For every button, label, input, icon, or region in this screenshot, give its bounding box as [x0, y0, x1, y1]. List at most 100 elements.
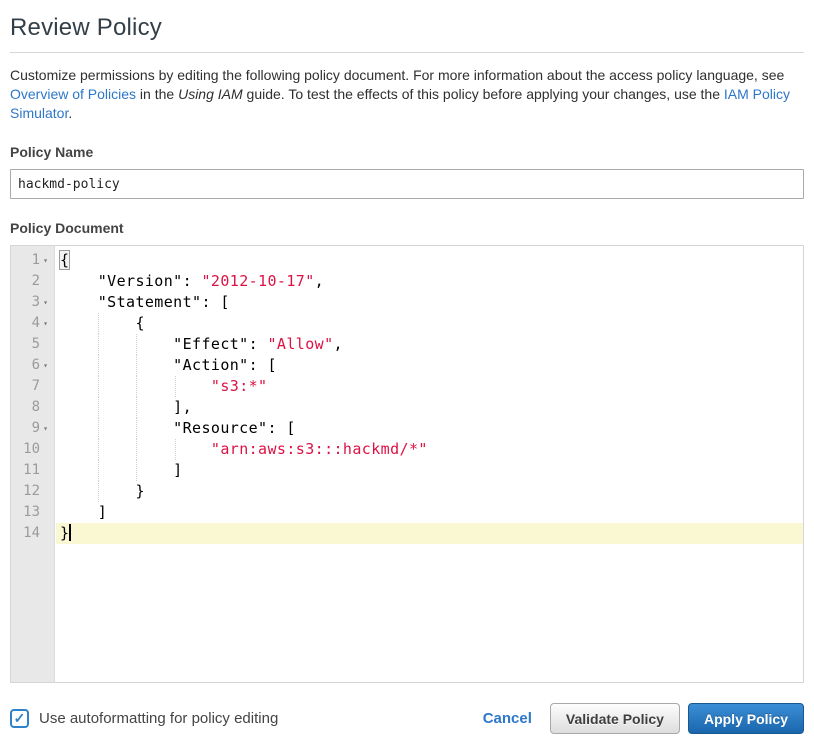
using-iam-guide-name: Using IAM	[178, 86, 243, 102]
line-number: 5	[32, 334, 40, 355]
gutter-line: 10	[11, 439, 54, 460]
line-number: 1	[32, 250, 40, 271]
line-number: 7	[32, 376, 40, 397]
overview-of-policies-link[interactable]: Overview of Policies	[10, 86, 136, 102]
line-number: 4	[32, 313, 40, 334]
json-code-text: {	[60, 314, 145, 332]
indent-guide	[136, 376, 137, 397]
indent-guide	[136, 418, 137, 439]
intro-text-2: in the	[136, 86, 178, 102]
line-number: 14	[23, 523, 40, 544]
line-number: 12	[23, 481, 40, 502]
gutter-line: 1▾	[11, 250, 54, 271]
code-line[interactable]: "Action": [	[56, 355, 803, 376]
policy-document-label: Policy Document	[10, 220, 804, 236]
gutter-line: 4▾	[11, 313, 54, 334]
code-line[interactable]: }	[56, 523, 803, 544]
policy-name-label: Policy Name	[10, 144, 804, 160]
json-code-text: "Effect":	[60, 335, 267, 353]
indent-guide	[98, 439, 99, 460]
title-divider	[10, 52, 804, 53]
page-title: Review Policy	[10, 14, 804, 42]
intro-paragraph: Customize permissions by editing the fol…	[10, 66, 804, 123]
indent-guide	[175, 376, 176, 397]
fold-arrow-icon[interactable]: ▾	[40, 292, 51, 313]
gutter-line: 12	[11, 481, 54, 502]
gutter-line: 11	[11, 460, 54, 481]
intro-text-1: Customize permissions by editing the fol…	[10, 67, 784, 83]
gutter-line: 13	[11, 502, 54, 523]
fold-arrow-icon[interactable]: ▾	[40, 313, 51, 334]
code-line[interactable]: ]	[56, 460, 803, 481]
code-line[interactable]: ]	[56, 502, 803, 523]
text-cursor	[69, 524, 71, 541]
json-code-text: }	[60, 482, 145, 500]
indent-guide	[98, 313, 99, 334]
json-string-value: "Allow"	[267, 335, 333, 353]
code-line[interactable]: "Resource": [	[56, 418, 803, 439]
code-line[interactable]: "s3:*"	[56, 376, 803, 397]
indent-guide	[136, 460, 137, 481]
gutter-line: 2	[11, 271, 54, 292]
json-string-value: "2012-10-17"	[201, 272, 314, 290]
fold-arrow-icon[interactable]: ▾	[40, 355, 51, 376]
indent-guide	[98, 397, 99, 418]
json-code-text: ]	[60, 503, 107, 521]
gutter-line: 3▾	[11, 292, 54, 313]
policy-document-editor[interactable]: 1▾23▾4▾56▾789▾1011121314 { "Version": "2…	[10, 245, 804, 683]
indent-guide	[98, 376, 99, 397]
footer-actions: ✓ Use autoformatting for policy editing …	[10, 703, 804, 748]
json-code-text: }	[60, 524, 69, 542]
indent-guide	[136, 397, 137, 418]
json-code-text: ]	[60, 461, 183, 479]
code-line[interactable]: "Effect": "Allow",	[56, 334, 803, 355]
json-code-text: "Resource": [	[60, 419, 296, 437]
json-code-text: ],	[60, 398, 192, 416]
editor-code-area[interactable]: { "Version": "2012-10-17", "Statement": …	[56, 246, 803, 682]
gutter-line: 14	[11, 523, 54, 544]
json-code-text: "Statement": [	[60, 293, 230, 311]
indent-guide	[98, 334, 99, 355]
intro-text-4: .	[68, 105, 72, 121]
editor-gutter: 1▾23▾4▾56▾789▾1011121314	[11, 246, 55, 682]
intro-text-3: guide. To test the effects of this polic…	[243, 86, 724, 102]
json-code-text: "Action": [	[60, 356, 277, 374]
line-number: 8	[32, 397, 40, 418]
gutter-line: 5	[11, 334, 54, 355]
code-line[interactable]: {	[56, 250, 803, 271]
json-code-text: "Version":	[60, 272, 201, 290]
code-line[interactable]: "arn:aws:s3:::hackmd/*"	[56, 439, 803, 460]
indent-guide	[98, 418, 99, 439]
indent-guide	[136, 439, 137, 460]
indent-guide	[175, 439, 176, 460]
fold-arrow-icon[interactable]: ▾	[40, 418, 51, 439]
policy-name-input[interactable]	[10, 169, 804, 199]
code-line[interactable]: "Version": "2012-10-17",	[56, 271, 803, 292]
gutter-line: 9▾	[11, 418, 54, 439]
line-number: 11	[23, 460, 40, 481]
indent-guide	[98, 481, 99, 502]
json-code-text: ,	[315, 272, 324, 290]
line-number: 6	[32, 355, 40, 376]
indent-guide	[136, 334, 137, 355]
indent-guide	[136, 355, 137, 376]
line-number: 10	[23, 439, 40, 460]
json-code-text: ,	[334, 335, 343, 353]
gutter-line: 8	[11, 397, 54, 418]
code-line[interactable]: "Statement": [	[56, 292, 803, 313]
gutter-line: 7	[11, 376, 54, 397]
gutter-line: 6▾	[11, 355, 54, 376]
line-number: 9	[32, 418, 40, 439]
code-line[interactable]: {	[56, 313, 803, 334]
line-number: 2	[32, 271, 40, 292]
review-policy-page: Review Policy Customize permissions by e…	[0, 0, 814, 748]
line-number: 3	[32, 292, 40, 313]
json-string-value: "s3:*"	[211, 377, 268, 395]
code-line[interactable]: ],	[56, 397, 803, 418]
json-string-value: "arn:aws:s3:::hackmd/*"	[211, 440, 428, 458]
code-line[interactable]: }	[56, 481, 803, 502]
line-number: 13	[23, 502, 40, 523]
indent-guide	[98, 460, 99, 481]
indent-guide	[98, 355, 99, 376]
fold-arrow-icon[interactable]: ▾	[40, 250, 51, 271]
